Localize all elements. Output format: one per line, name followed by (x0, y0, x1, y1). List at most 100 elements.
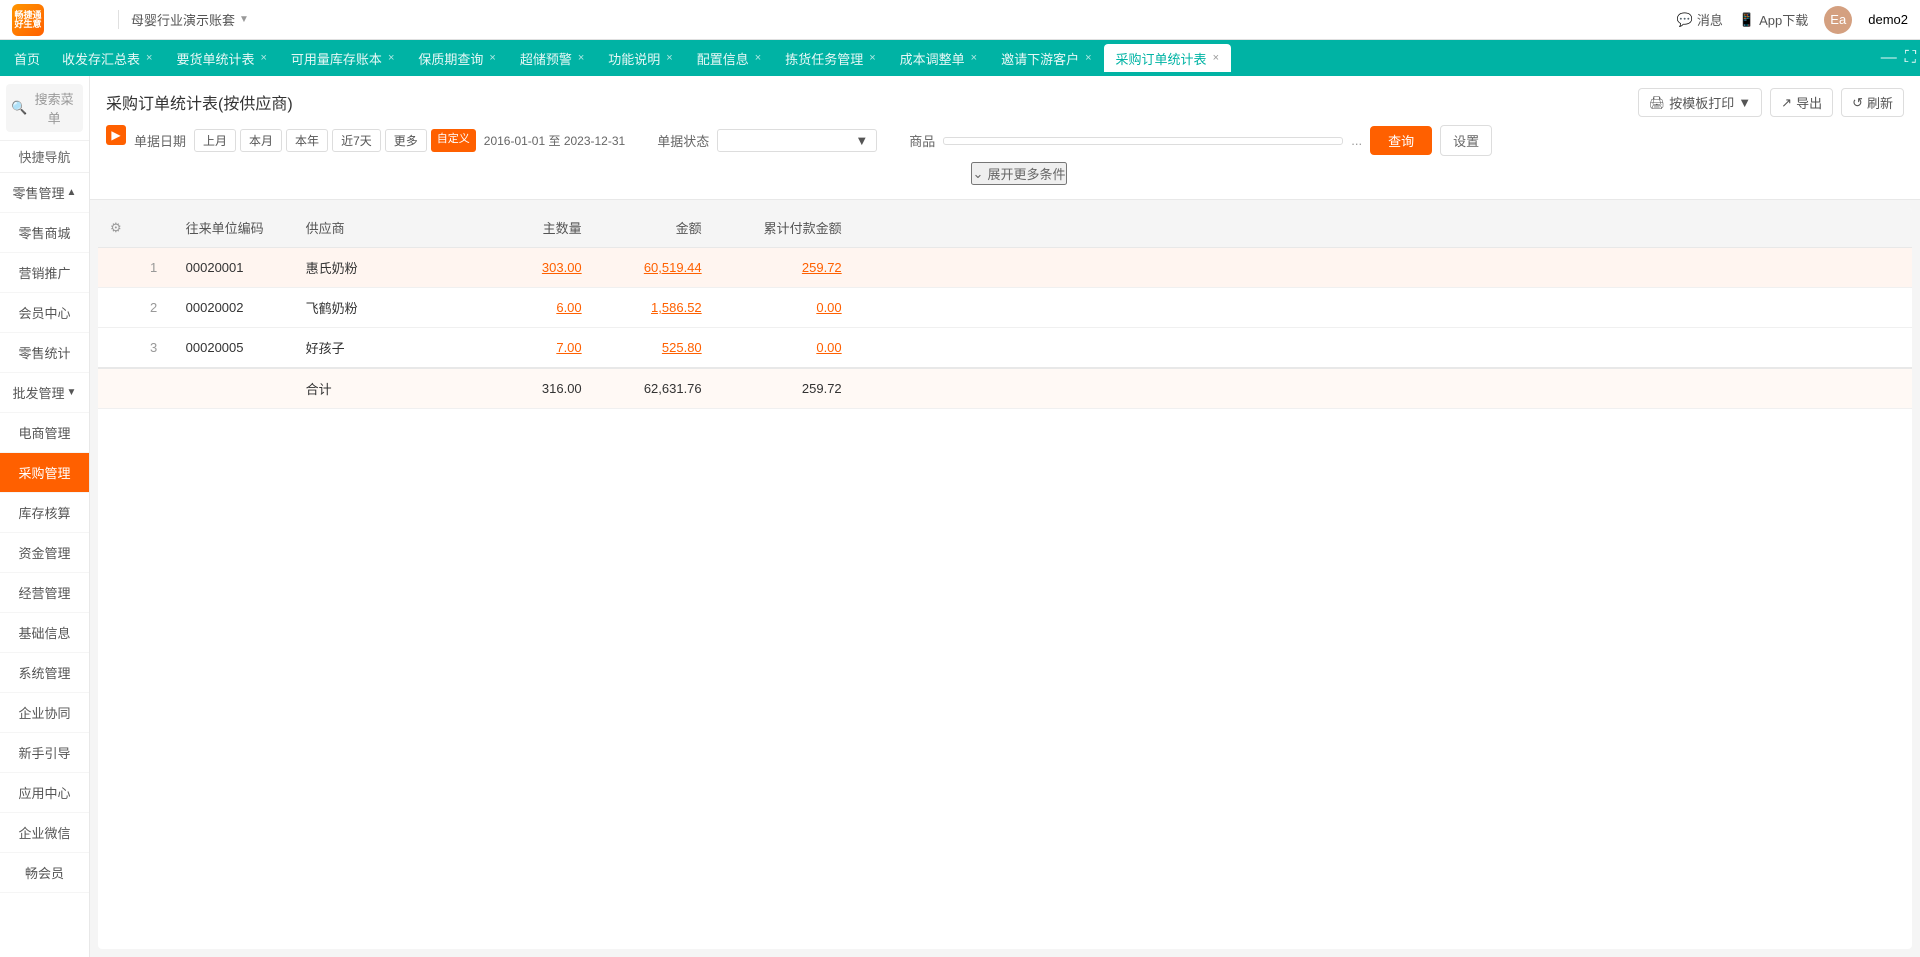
tab-chengben[interactable]: 成本调整单 × (888, 44, 989, 72)
quick-nav-label: 快捷导航 (18, 150, 70, 165)
search-label: 搜索菜单 (30, 89, 78, 127)
row-1-code: 00020001 (174, 248, 294, 288)
search-menu-button[interactable]: 🔍 搜索菜单 (6, 84, 83, 132)
custom-badge: 自定义 (431, 129, 476, 152)
sidebar-item-retail-mgmt[interactable]: 零售管理 ▲ (0, 173, 89, 213)
tab-baozhi[interactable]: 保质期查询 × (406, 44, 507, 72)
sidebar-item-retail-stats[interactable]: 零售统计 (0, 333, 89, 373)
tab-chachu[interactable]: 超储预警 × (508, 44, 596, 72)
tab-home[interactable]: 首页 (4, 44, 50, 72)
footer-amount: 62,631.76 (594, 368, 714, 409)
row-2-qty[interactable]: 6.00 (494, 288, 594, 328)
main-layout: 🔍 搜索菜单 快捷导航 零售管理 ▲ 零售商城 营销推广 会员中心 零售统计 批… (0, 76, 1920, 957)
date-btn-this-month[interactable]: 本月 (240, 129, 282, 152)
row-3-paid[interactable]: 0.00 (714, 328, 854, 369)
row-1-supplier: 惠氏奶粉 (294, 248, 494, 288)
close-icon[interactable]: × (489, 52, 495, 64)
chevron-up-icon: ▲ (67, 187, 77, 198)
header-right-buttons: 🖨 按模板打印 ▼ ↗ 导出 ↺ 刷新 (1638, 88, 1904, 117)
sidebar-item-retail-mall[interactable]: 零售商城 (0, 213, 89, 253)
status-select[interactable]: ▼ (717, 129, 877, 152)
column-settings-header[interactable]: ⚙ (98, 208, 134, 248)
export-button[interactable]: ↗ 导出 (1770, 88, 1833, 117)
expand-more-label: 展开更多条件 (987, 164, 1065, 183)
sidebar-item-enterprise-collab[interactable]: 企业协同 (0, 693, 89, 733)
close-icon[interactable]: × (1213, 52, 1219, 64)
tab-jianhuo[interactable]: 拣货任务管理 × (773, 44, 887, 72)
row-2-code: 00020002 (174, 288, 294, 328)
row-3-code: 00020005 (174, 328, 294, 369)
close-icon[interactable]: × (260, 52, 266, 64)
close-icon[interactable]: × (146, 52, 152, 64)
sidebar-item-ecommerce[interactable]: 电商管理 (0, 413, 89, 453)
close-icon[interactable]: × (666, 52, 672, 64)
sidebar: 🔍 搜索菜单 快捷导航 零售管理 ▲ 零售商城 营销推广 会员中心 零售统计 批… (0, 76, 90, 957)
sidebar-label: 零售管理 (13, 183, 65, 202)
date-btn-this-year[interactable]: 本年 (286, 129, 328, 152)
workspace-selector[interactable]: 母婴行业演示账套 ▼ (118, 10, 249, 29)
sidebar-item-marketing[interactable]: 营销推广 (0, 253, 89, 293)
print-label: 按模板打印 (1669, 93, 1734, 112)
expand-toggle-button[interactable]: ▶ (106, 125, 126, 145)
footer-qty: 316.00 (494, 368, 594, 409)
sidebar-item-quick-nav[interactable]: 快捷导航 (0, 141, 89, 173)
row-2-num: 2 (134, 288, 174, 328)
row-1-amount[interactable]: 60,519.44 (594, 248, 714, 288)
tab-keyongliang[interactable]: 可用量库存账本 × (279, 44, 406, 72)
tab-caigou-active[interactable]: 采购订单统计表 × (1104, 44, 1231, 72)
tab-yaohuo[interactable]: 要货单统计表 × (164, 44, 278, 72)
row-1-paid[interactable]: 259.72 (714, 248, 854, 288)
row-3-qty[interactable]: 7.00 (494, 328, 594, 369)
sidebar-item-operations[interactable]: 经营管理 (0, 573, 89, 613)
message-button[interactable]: 💬 消息 (1677, 10, 1723, 29)
tab-shoufasun[interactable]: 收发存汇总表 × (50, 44, 164, 72)
sidebar-item-finance[interactable]: 资金管理 (0, 533, 89, 573)
date-btn-last-month[interactable]: 上月 (194, 129, 236, 152)
date-btn-more[interactable]: 更多 (385, 129, 427, 152)
sidebar-item-app-center[interactable]: 应用中心 (0, 773, 89, 813)
printer-icon: 🖨 (1649, 95, 1666, 111)
row-2-paid[interactable]: 0.00 (714, 288, 854, 328)
close-icon[interactable]: × (388, 52, 394, 64)
avatar[interactable]: Ea (1824, 6, 1852, 34)
app-download-button[interactable]: 📱 App下载 (1739, 10, 1808, 29)
sidebar-item-system[interactable]: 系统管理 (0, 653, 89, 693)
sidebar-item-member-center[interactable]: 会员中心 (0, 293, 89, 333)
tab-peizhi[interactable]: 配置信息 × (685, 44, 773, 72)
close-icon[interactable]: × (869, 52, 875, 64)
refresh-button[interactable]: ↺ 刷新 (1841, 88, 1904, 117)
sidebar-item-member[interactable]: 畅会员 (0, 853, 89, 893)
query-button[interactable]: 查询 (1370, 126, 1432, 155)
search-icon: 🔍 (11, 100, 27, 116)
tab-gongneng[interactable]: 功能说明 × (596, 44, 684, 72)
sidebar-item-inventory[interactable]: 库存核算 (0, 493, 89, 533)
avatar-text: Ea (1830, 12, 1846, 27)
sidebar-item-wholesale[interactable]: 批发管理 ▼ (0, 373, 89, 413)
goods-input[interactable] (943, 137, 1343, 145)
sidebar-label: 系统管理 (18, 663, 70, 682)
close-icon[interactable]: × (755, 52, 761, 64)
row-3-amount[interactable]: 525.80 (594, 328, 714, 369)
expand-more-button[interactable]: ⌄ 展开更多条件 (971, 162, 1068, 185)
sidebar-item-new-guide[interactable]: 新手引导 (0, 733, 89, 773)
print-button[interactable]: 🖨 按模板打印 ▼ (1638, 88, 1762, 117)
close-icon[interactable]: × (1085, 52, 1091, 64)
tab-yaoqing[interactable]: 邀请下游客户 × (989, 44, 1103, 72)
row-1-qty[interactable]: 303.00 (494, 248, 594, 288)
expand-more-row: ⌄ 展开更多条件 (134, 156, 1904, 191)
sidebar-item-basic-info[interactable]: 基础信息 (0, 613, 89, 653)
minimize-icon[interactable]: — (1881, 49, 1897, 67)
sidebar-item-enterprise-wechat[interactable]: 企业微信 (0, 813, 89, 853)
more-options-icon[interactable]: ... (1351, 133, 1362, 148)
sidebar-item-purchase[interactable]: 采购管理 (0, 453, 89, 493)
sidebar-label: 经营管理 (18, 583, 70, 602)
close-icon[interactable]: × (971, 52, 977, 64)
settings-button[interactable]: 设置 (1440, 125, 1492, 156)
date-btn-last7days[interactable]: 近7天 (332, 129, 381, 152)
row-2-amount[interactable]: 1,586.52 (594, 288, 714, 328)
maximize-icon[interactable]: ⛶ (1905, 49, 1916, 67)
table-footer-row: 合计 316.00 62,631.76 259.72 (98, 368, 1912, 409)
close-icon[interactable]: × (578, 52, 584, 64)
sidebar-search: 🔍 搜索菜单 (0, 76, 89, 141)
refresh-label: 刷新 (1867, 93, 1893, 112)
